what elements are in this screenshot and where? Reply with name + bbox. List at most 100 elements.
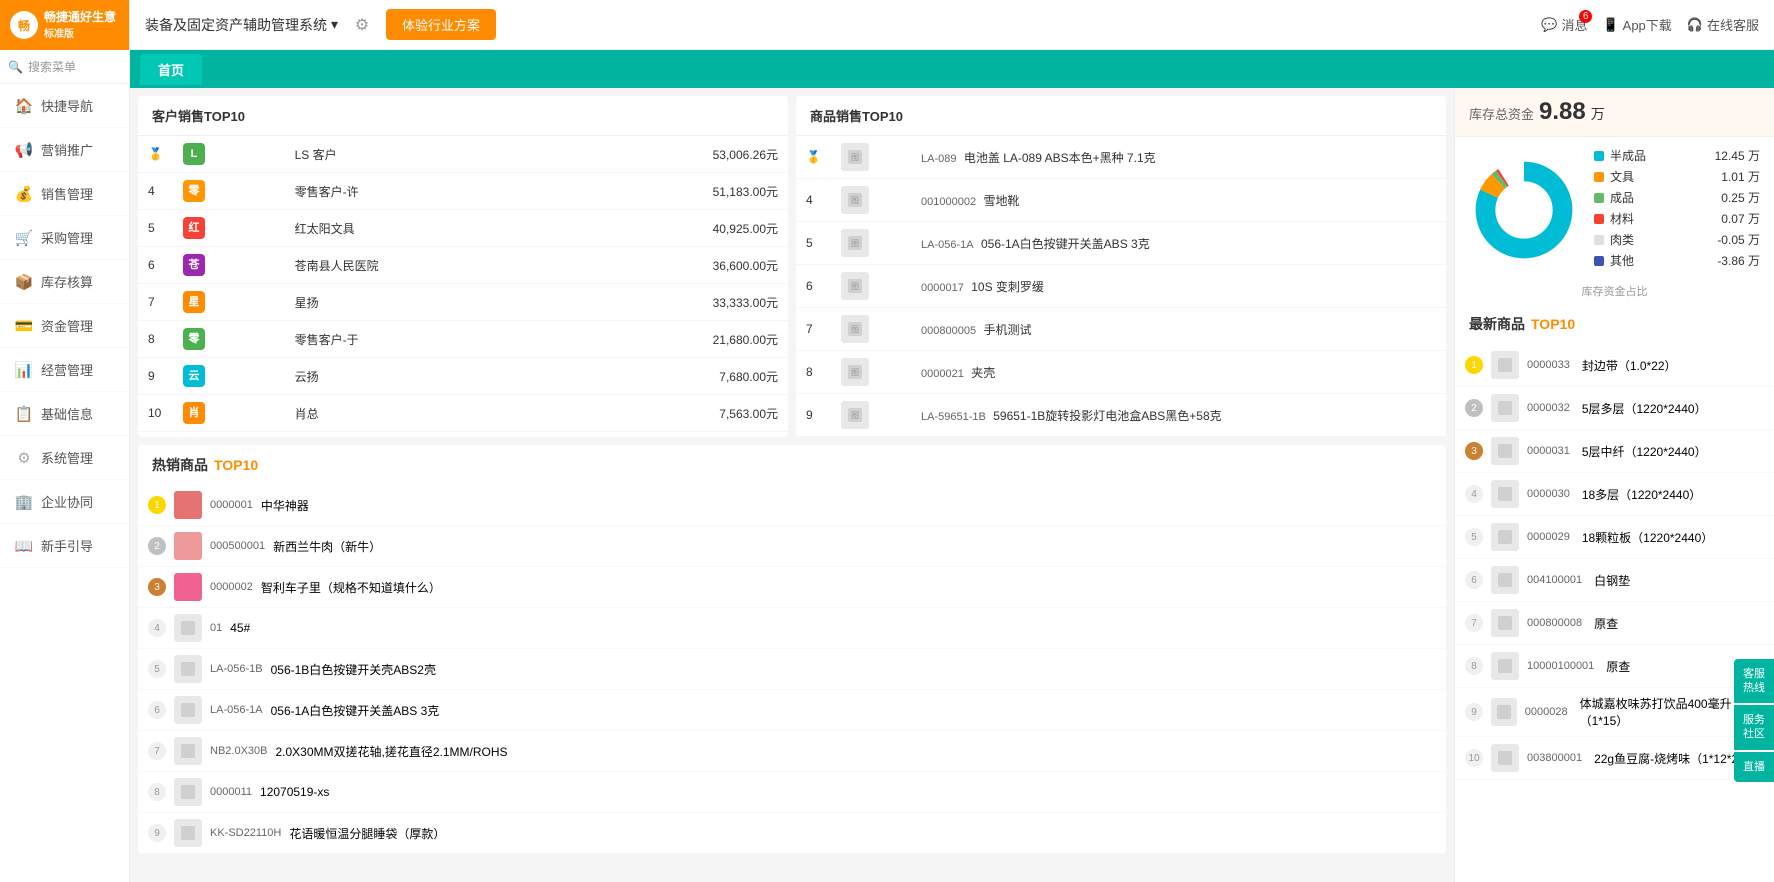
product-info-cell: LA-089 电池盖 LA-089 ABS本色+黑种 7.1克 (911, 136, 1446, 179)
list-item[interactable]: 8 10000100001 原查 (1455, 645, 1774, 688)
table-row[interactable]: 5 图 LA-056-1A 056-1A白色按键开关盖ABS 3克 (796, 222, 1446, 265)
product-name: 10S 变刺罗缓 (971, 280, 1044, 294)
img-cell: 图 (831, 136, 911, 179)
sidebar-item-enterprise[interactable]: 🏢 企业协同 (0, 480, 129, 524)
list-item[interactable]: 1 0000001 中华神器 (138, 485, 1446, 526)
online-service-button[interactable]: 🎧 在线客服 (1687, 15, 1759, 34)
table-row[interactable]: 6 图 0000017 10S 变刺罗缓 (796, 265, 1446, 308)
list-item[interactable]: 1 0000033 封边带（1.0*22） (1455, 344, 1774, 387)
tag-cell: 肖 (173, 395, 285, 432)
list-item[interactable]: 4 01 45# (138, 608, 1446, 649)
system-title-dropdown[interactable]: 装备及固定资产辅助管理系统 ▾ (145, 15, 338, 35)
product-info-cell: 0000017 10S 变刺罗缓 (911, 265, 1446, 308)
list-item[interactable]: 5 LA-056-1B 056-1B白色按键开关壳ABS2壳 (138, 649, 1446, 690)
rank-indicator: 5 (148, 660, 166, 678)
legend-item: 肉类 -0.05 万 (1594, 231, 1760, 248)
float-btn-community[interactable]: 服务社区 (1734, 705, 1774, 750)
product-name: 原查 (1606, 658, 1630, 675)
table-row[interactable]: 8 零 零售客户-于 21,680.00元 (138, 321, 788, 358)
sidebar-item-system[interactable]: ⚙ 系统管理 (0, 436, 129, 480)
topbar: 装备及固定资产辅助管理系统 ▾ ⚙ 体验行业方案 💬 消息 6 📱 App下载 … (130, 0, 1774, 50)
name-cell: 肖总 (285, 395, 561, 432)
list-item[interactable]: 7 NB2.0X30B 2.0X30MM双搓花轴,搓花直径2.1MM/ROHS (138, 731, 1446, 772)
list-item[interactable]: 2 0000032 5层多层（1220*2440） (1455, 387, 1774, 430)
rank-indicator: 1 (1465, 356, 1483, 374)
message-icon: 💬 (1541, 17, 1557, 33)
list-item[interactable]: 6 LA-056-1A 056-1A白色按键开关盖ABS 3克 (138, 690, 1446, 731)
settings-button[interactable]: ⚙ (348, 11, 376, 39)
table-row[interactable]: 7 图 000800005 手机测试 (796, 308, 1446, 351)
legend-dot (1594, 214, 1604, 224)
rank-indicator: 1 (148, 496, 166, 514)
list-item[interactable]: 9 KK-SD22110H 花语暖恒温分腿睡袋（厚款） (138, 813, 1446, 854)
table-row[interactable]: 9 云 云扬 7,680.00元 (138, 358, 788, 395)
product-image (174, 696, 202, 724)
product-code: LA-056-1A (921, 239, 974, 251)
list-item[interactable]: 3 0000031 5层中纤（1220*2440） (1455, 430, 1774, 473)
table-row[interactable]: 🥇 L LS 客户 53,006.26元 (138, 136, 788, 173)
list-item[interactable]: 10 003800001 22g鱼豆腐-烧烤味（1*12*20） (1455, 737, 1774, 780)
list-item[interactable]: 9 0000028 体城嘉枚味苏打饮品400毫升（1*15） (1455, 688, 1774, 737)
product-name: 原查 (1594, 615, 1618, 632)
rank-cell: 8 (796, 351, 831, 394)
table-row[interactable]: 6 苍 苍南县人民医院 36,600.00元 (138, 247, 788, 284)
table-row[interactable]: 10 肖 肖总 7,563.00元 (138, 395, 788, 432)
sidebar-item-inventory[interactable]: 📦 库存核算 (0, 260, 129, 304)
table-row[interactable]: 5 红 红太阳文具 40,925.00元 (138, 210, 788, 247)
sidebar-item-marketing[interactable]: 📢 营销推广 (0, 128, 129, 172)
amount-cell: 33,333.00元 (561, 284, 788, 321)
table-row[interactable]: 4 图 001000002 雪地靴 (796, 179, 1446, 222)
right-panel: 库存总资金 9.88 万 (1454, 88, 1774, 882)
legend-label: 成品 (1610, 189, 1634, 206)
name-cell: 红太阳文具 (285, 210, 561, 247)
rank-indicator: 4 (1465, 485, 1483, 503)
sidebar-item-sales[interactable]: 💰 销售管理 (0, 172, 129, 216)
message-button[interactable]: 💬 消息 6 (1541, 15, 1587, 34)
rank-indicator: 7 (1465, 614, 1483, 632)
tag-cell: 星 (173, 284, 285, 321)
list-item[interactable]: 2 000500001 新西兰牛肉（新牛） (138, 526, 1446, 567)
svg-text:图: 图 (851, 411, 859, 420)
product-name: 花语暖恒温分腿睡袋（厚款） (289, 825, 445, 842)
quicknav-icon: 🏠 (15, 97, 33, 115)
table-row[interactable]: 8 图 0000021 夹壳 (796, 351, 1446, 394)
table-row[interactable]: 🥇 图 LA-089 电池盖 LA-089 ABS本色+黑种 7.1克 (796, 136, 1446, 179)
sidebar-item-finance[interactable]: 💳 资金管理 (0, 304, 129, 348)
float-btn-live[interactable]: 直播 (1734, 752, 1774, 782)
hot-products-title: 热销商品 (152, 455, 208, 475)
sidebar-item-quicknav[interactable]: 🏠 快捷导航 (0, 84, 129, 128)
list-item[interactable]: 7 000800008 原查 (1455, 602, 1774, 645)
sidebar-search[interactable]: 🔍 搜索菜单 (0, 50, 129, 84)
list-item[interactable]: 4 0000030 18多层（1220*2440） (1455, 473, 1774, 516)
tab-home[interactable]: 首页 (140, 54, 202, 85)
app-download-button[interactable]: 📱 App下载 (1602, 15, 1671, 34)
list-item[interactable]: 5 0000029 18颗粒板（1220*2440） (1455, 516, 1774, 559)
table-row[interactable]: 7 星 星扬 33,333.00元 (138, 284, 788, 321)
experience-btn[interactable]: 体验行业方案 (386, 9, 496, 40)
legend-dot (1594, 151, 1604, 161)
main-content: 客户销售TOP10 🥇 L LS 客户 53,006.26元 4 零 零售客户-… (130, 88, 1454, 882)
system-icon: ⚙ (15, 449, 33, 467)
sidebar-item-newbie[interactable]: 📖 新手引导 (0, 524, 129, 568)
product-name: 电池盖 LA-089 ABS本色+黑种 7.1克 (964, 151, 1156, 165)
sidebar-item-operations[interactable]: 📊 经营管理 (0, 348, 129, 392)
product-image (1491, 480, 1519, 508)
dropdown-arrow-icon: ▾ (331, 16, 338, 33)
sidebar-item-basic-info[interactable]: 📋 基础信息 (0, 392, 129, 436)
table-row[interactable]: 9 图 LA-59651-1B 59651-1B旋转投影灯电池盒ABS黑色+58… (796, 394, 1446, 437)
table-row[interactable]: 4 零 零售客户-许 51,183.00元 (138, 173, 788, 210)
content-area: 客户销售TOP10 🥇 L LS 客户 53,006.26元 4 零 零售客户-… (130, 88, 1774, 882)
rank-cell: 4 (796, 179, 831, 222)
legend-item: 其他 -3.86 万 (1594, 252, 1760, 269)
sidebar-item-purchase[interactable]: 🛒 采购管理 (0, 216, 129, 260)
name-cell: 星扬 (285, 284, 561, 321)
list-item[interactable]: 6 004100001 白钢垫 (1455, 559, 1774, 602)
phone-icon: 📱 (1602, 17, 1618, 33)
inventory-section: 库存总资金 9.88 万 (1455, 88, 1774, 304)
rank-cell: 6 (796, 265, 831, 308)
product-code: 000800005 (921, 325, 976, 337)
list-item[interactable]: 8 0000011 12070519-xs (138, 772, 1446, 813)
list-item[interactable]: 3 0000002 智利车子里（规格不知道填什么） (138, 567, 1446, 608)
float-btn-service[interactable]: 客服热线 (1734, 659, 1774, 704)
product-info-cell: 000800005 手机测试 (911, 308, 1446, 351)
